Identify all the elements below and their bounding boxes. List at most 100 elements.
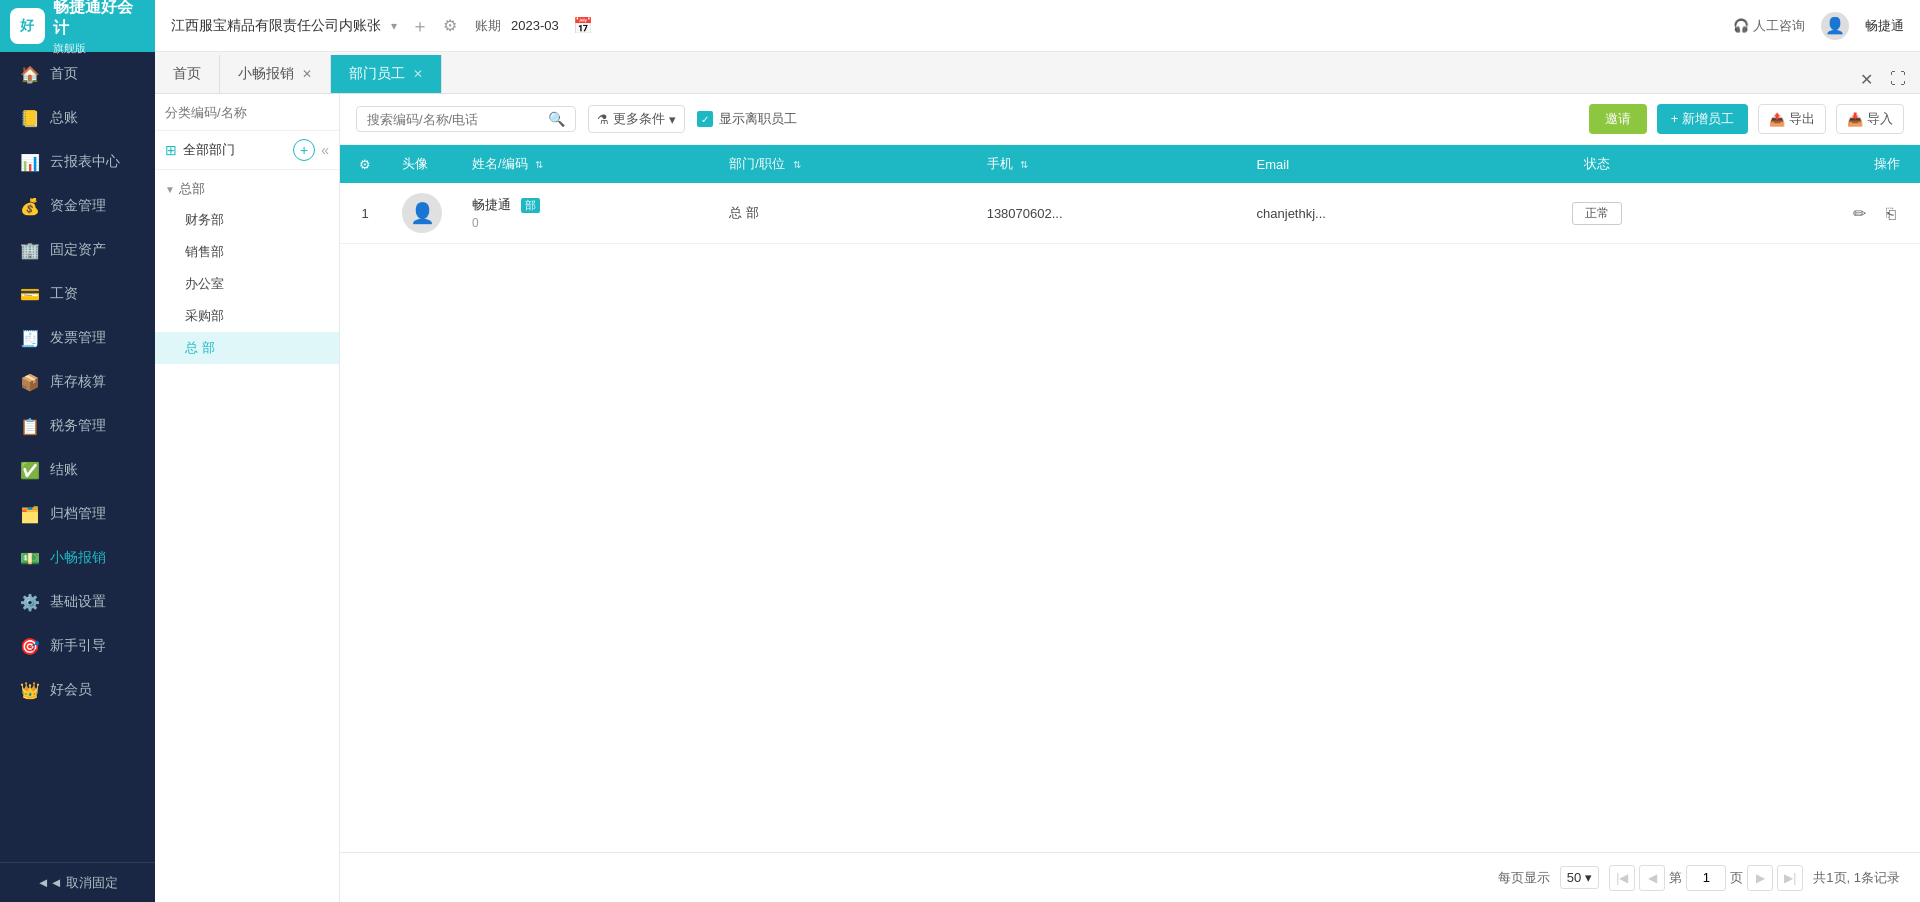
filter-icon: ⚗ (597, 112, 609, 127)
tab-action-area: ✕ ⛶ (1854, 67, 1920, 91)
search-icon[interactable]: 🔍 (548, 111, 565, 127)
guide-icon: 🎯 (20, 636, 40, 656)
dept-panel: 🔍 ⊞ 全部部门 + « ▼ 总部 财务部 销售部 (155, 94, 340, 902)
more-filter-button[interactable]: ⚗ 更多条件 ▾ (588, 105, 685, 133)
sidebar-item-inventory[interactable]: 📦 库存核算 (0, 360, 155, 404)
tab-home[interactable]: 首页 (155, 55, 220, 93)
dept-collapse-icon[interactable]: « (321, 142, 329, 158)
import-button[interactable]: 📥 导入 (1836, 104, 1904, 134)
export-button[interactable]: 📤 导出 (1758, 104, 1826, 134)
tax-icon: 📋 (20, 416, 40, 436)
user-avatar: 👤 (1821, 12, 1849, 40)
calendar-icon[interactable]: 📅 (573, 16, 593, 35)
right-panel: 🔍 ⚗ 更多条件 ▾ ✓ 显示离职员工 邀请 + 新增员工 (340, 94, 1920, 902)
sidebar-item-membership[interactable]: 👑 好会员 (0, 668, 155, 712)
tab-expense[interactable]: 小畅报销 ✕ (220, 55, 331, 93)
tab-close-window-button[interactable]: ✕ (1854, 67, 1878, 91)
per-page-select[interactable]: 50 ▾ (1560, 866, 1599, 889)
dept-group-general[interactable]: ▼ 总部 (155, 174, 339, 204)
page-number-input[interactable] (1686, 865, 1726, 891)
dept-tree: ▼ 总部 财务部 销售部 办公室 采购部 总 部 (155, 170, 339, 902)
tab-maximize-button[interactable]: ⛶ (1886, 67, 1910, 91)
dept-search-input[interactable] (165, 105, 333, 120)
invite-button[interactable]: 邀请 (1589, 104, 1647, 134)
sidebar: 好 畅捷通好会计 旗舰版 🏠 首页 📒 总账 📊 云报表中心 💰 资金管理 🏢 … (0, 0, 155, 902)
row-actions-cell: ✏ ⎗ (1697, 183, 1920, 244)
add-employee-button[interactable]: + 新增员工 (1657, 104, 1748, 134)
show-resigned-checkbox[interactable]: ✓ 显示离职员工 (697, 110, 797, 128)
reports-icon: 📊 (20, 152, 40, 172)
dept-item-office[interactable]: 办公室 (155, 268, 339, 300)
dept-item-general[interactable]: 总 部 (155, 332, 339, 364)
sidebar-item-salary[interactable]: 💳 工资 (0, 272, 155, 316)
sidebar-item-expense[interactable]: 💵 小畅报销 (0, 536, 155, 580)
period-value: 2023-03 (511, 18, 559, 33)
company-dropdown-icon[interactable]: ▾ (391, 19, 397, 33)
sidebar-item-settings[interactable]: ⚙️ 基础设置 (0, 580, 155, 624)
add-company-button[interactable]: ＋ (407, 14, 433, 38)
sidebar-item-ledger[interactable]: 📒 总账 (0, 96, 155, 140)
headset-icon: 🎧 (1733, 18, 1749, 33)
table-row: 1 👤 畅捷通 部 (340, 183, 1920, 244)
dept-item-finance[interactable]: 财务部 (155, 204, 339, 236)
sidebar-item-home[interactable]: 🏠 首页 (0, 52, 155, 96)
employee-logout-button[interactable]: ⎗ (1882, 203, 1900, 224)
sort-dept-icon: ⇅ (793, 159, 801, 170)
tab-dept-employee[interactable]: 部门员工 ✕ (331, 55, 442, 93)
company-name: 江西服宝精品有限责任公司内账张 (171, 17, 381, 35)
page-first-button[interactable]: |◀ (1609, 865, 1635, 891)
sidebar-nav: 🏠 首页 📒 总账 📊 云报表中心 💰 资金管理 🏢 固定资产 💳 工资 🧾 发… (0, 52, 155, 862)
employee-search-input[interactable] (367, 112, 542, 127)
close-period-icon: ✅ (20, 460, 40, 480)
edit-employee-button[interactable]: ✏ (1849, 203, 1870, 224)
tab-expense-close-icon[interactable]: ✕ (302, 67, 312, 81)
sort-name-icon: ⇅ (535, 159, 543, 170)
col-phone[interactable]: 手机 ⇅ (975, 145, 1245, 183)
col-dept[interactable]: 部门/职位 ⇅ (717, 145, 974, 183)
sidebar-item-assets[interactable]: 🏢 固定资产 (0, 228, 155, 272)
dept-item-sales[interactable]: 销售部 (155, 236, 339, 268)
topbar: 江西服宝精品有限责任公司内账张 ▾ ＋ ⚙ 账期 2023-03 📅 🎧 人工咨… (155, 0, 1920, 52)
per-page-chevron-icon: ▾ (1585, 870, 1592, 885)
employee-table: ⚙ 头像 姓名/编码 ⇅ 部门/职位 ⇅ (340, 145, 1920, 244)
sidebar-item-close[interactable]: ✅ 结账 (0, 448, 155, 492)
sidebar-item-archive[interactable]: 🗂️ 归档管理 (0, 492, 155, 536)
settings-icon: ⚙️ (20, 592, 40, 612)
col-status: 状态 (1497, 145, 1697, 183)
home-icon: 🏠 (20, 64, 40, 84)
expense-icon: 💵 (20, 548, 40, 568)
sidebar-item-tax[interactable]: 📋 税务管理 (0, 404, 155, 448)
sidebar-pin-toggle[interactable]: ◄◄ 取消固定 (0, 862, 155, 902)
sidebar-item-invoice[interactable]: 🧾 发票管理 (0, 316, 155, 360)
grid-icon: ⊞ (165, 142, 177, 158)
sidebar-item-guide[interactable]: 🎯 新手引导 (0, 624, 155, 668)
company-settings-icon[interactable]: ⚙ (443, 16, 457, 35)
ledger-icon: 📒 (20, 108, 40, 128)
row-status-cell: 正常 (1497, 183, 1697, 244)
page-prev-button[interactable]: ◀ (1639, 865, 1665, 891)
col-settings[interactable]: ⚙ (340, 145, 390, 183)
employee-toolbar: 🔍 ⚗ 更多条件 ▾ ✓ 显示离职员工 邀请 + 新增员工 (340, 94, 1920, 145)
page-suffix: 页 (1730, 869, 1743, 887)
sidebar-item-funds[interactable]: 💰 资金管理 (0, 184, 155, 228)
dept-item-purchase[interactable]: 采购部 (155, 300, 339, 332)
page-next-button[interactable]: ▶ (1747, 865, 1773, 891)
membership-icon: 👑 (20, 680, 40, 700)
logo-area: 好 畅捷通好会计 旗舰版 (0, 0, 155, 52)
employee-table-container: ⚙ 头像 姓名/编码 ⇅ 部门/职位 ⇅ (340, 145, 1920, 852)
page-last-button[interactable]: ▶| (1777, 865, 1803, 891)
per-page-label: 每页显示 (1498, 869, 1550, 887)
employee-search-box: 🔍 (356, 106, 576, 132)
import-icon: 📥 (1847, 112, 1863, 127)
support-button[interactable]: 🎧 人工咨询 (1733, 17, 1805, 35)
dept-search-area: 🔍 (155, 94, 339, 131)
dept-badge: 部 (521, 198, 540, 213)
row-dept-cell: 总 部 (717, 183, 974, 244)
page-prefix: 第 (1669, 869, 1682, 887)
username-label[interactable]: 畅捷通 (1865, 17, 1904, 35)
pagination-bar: 每页显示 50 ▾ |◀ ◀ 第 页 ▶ ▶| 共1页, 1条记录 (340, 852, 1920, 902)
dept-add-button[interactable]: + (293, 139, 315, 161)
tab-dept-employee-close-icon[interactable]: ✕ (413, 67, 423, 81)
col-name[interactable]: 姓名/编码 ⇅ (460, 145, 717, 183)
sidebar-item-reports[interactable]: 📊 云报表中心 (0, 140, 155, 184)
